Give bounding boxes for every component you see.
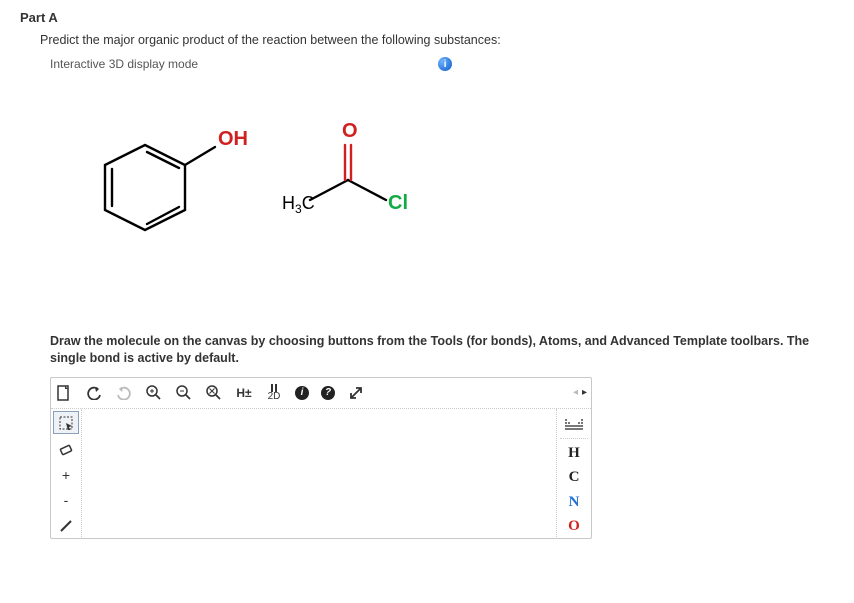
eraser-tool[interactable] (54, 438, 78, 460)
display-mode-label: Interactive 3D display mode (50, 57, 198, 71)
zoom-out-icon[interactable] (175, 384, 193, 402)
zoom-reset-icon[interactable] (205, 384, 223, 402)
editor-instruction: Draw the molecule on the canvas by choos… (50, 333, 834, 367)
info-button[interactable]: i (295, 386, 309, 400)
redo-icon[interactable] (115, 384, 133, 402)
nav-prev-icon[interactable]: ◂ (573, 387, 578, 398)
display-mode-row: Interactive 3D display mode i (50, 57, 834, 71)
view-2d-button[interactable]: 2D (265, 384, 283, 402)
atom-C-button[interactable]: C (560, 468, 588, 488)
atom-H-button[interactable]: H (560, 443, 588, 463)
marquee-tool[interactable] (53, 411, 79, 435)
single-bond-tool[interactable] (54, 515, 78, 537)
undo-icon[interactable] (85, 384, 103, 402)
label-H3C: H3C (282, 193, 315, 216)
help-button[interactable]: ? (321, 386, 335, 400)
nav-next-icon[interactable]: ▸ (582, 387, 587, 398)
right-toolbar: H C N O (556, 409, 591, 537)
reaction-structures: OH H3C O Cl (50, 85, 834, 315)
top-toolbar: H± 2D i ? ◂ ▸ (51, 378, 591, 409)
label-OH: OH (218, 128, 248, 150)
new-doc-icon[interactable] (55, 384, 73, 402)
left-toolbar: + - (51, 409, 82, 537)
charge-plus-tool[interactable]: + (54, 464, 78, 486)
info-icon[interactable]: i (438, 57, 452, 71)
charge-minus-tool[interactable]: - (54, 490, 78, 512)
atom-O-button[interactable]: O (560, 516, 588, 536)
question-text: Predict the major organic product of the… (40, 33, 834, 47)
label-Cl: Cl (388, 192, 408, 214)
part-title: Part A (20, 10, 834, 25)
zoom-in-icon[interactable] (145, 384, 163, 402)
atom-N-button[interactable]: N (560, 492, 588, 512)
fullscreen-icon[interactable] (347, 384, 365, 402)
molecule-editor: H± 2D i ? ◂ ▸ + - (50, 377, 592, 539)
periodic-table-button[interactable] (560, 414, 588, 436)
hydrogen-toggle-button[interactable]: H± (235, 384, 253, 402)
drawing-canvas[interactable] (82, 409, 556, 537)
label-O: O (342, 120, 358, 142)
